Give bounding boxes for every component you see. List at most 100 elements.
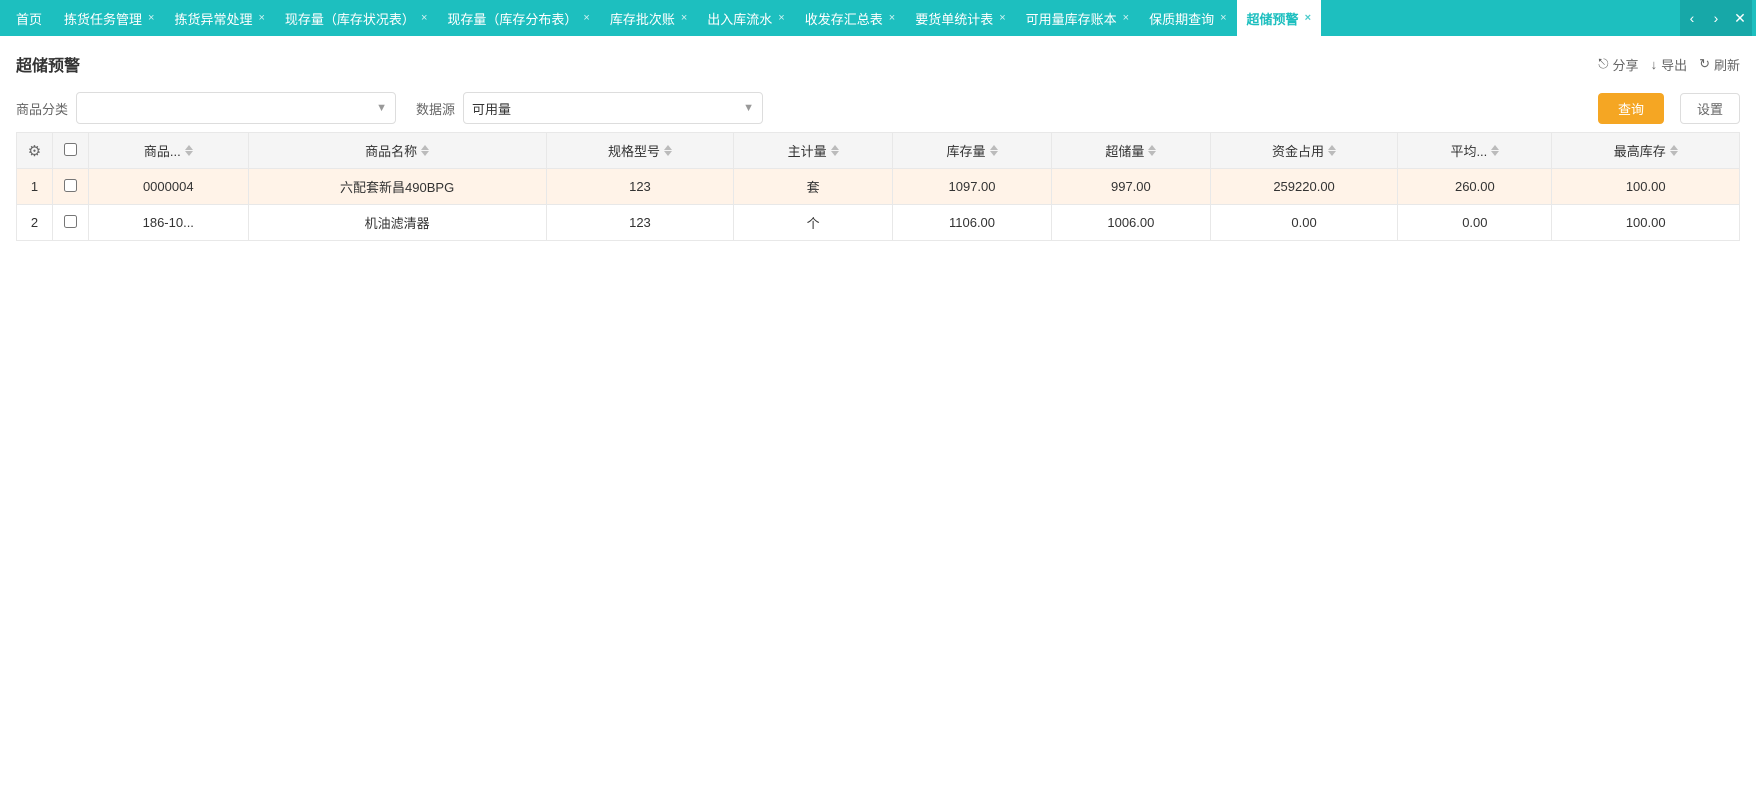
nav-item-collect[interactable]: 收发存汇总表 × [795, 0, 905, 36]
row-unit: 个 [734, 205, 893, 241]
datasource-select[interactable]: 可用量 ▼ [463, 92, 763, 124]
table-row: 2 186-10... 机油滤清器 123 个 1106.00 1006.00 … [17, 205, 1740, 241]
header-actions: ⎋ 分享 ↓ 导出 ↻ 刷新 [1598, 55, 1740, 74]
nav-left-arrow[interactable]: ‹ [1680, 0, 1704, 36]
category-label: 商品分类 [16, 99, 68, 118]
nav-item-overstock[interactable]: 超储预警 × [1237, 0, 1321, 36]
row-checkbox[interactable] [64, 215, 77, 228]
close-icon[interactable]: × [148, 12, 154, 24]
nav-item-available[interactable]: 可用量库存账本 × [1016, 0, 1139, 36]
row-index: 2 [17, 205, 53, 241]
row-stock: 1106.00 [893, 205, 1052, 241]
nav-item-batch[interactable]: 库存批次账 × [600, 0, 697, 36]
table-row: 1 0000004 六配套新昌490BPG 123 套 1097.00 997.… [17, 169, 1740, 205]
chevron-down-icon: ▼ [376, 102, 387, 114]
row-checkbox-cell[interactable] [53, 169, 89, 205]
table-header: ⚙ 商品... 商品名称 [17, 133, 1740, 169]
close-icon[interactable]: × [258, 12, 264, 24]
nav-right-arrow[interactable]: › [1704, 0, 1728, 36]
nav-home[interactable]: 首页 [4, 9, 54, 28]
th-spec[interactable]: 规格型号 [546, 133, 734, 169]
row-product-name: 机油滤清器 [248, 205, 546, 241]
table-body: 1 0000004 六配套新昌490BPG 123 套 1097.00 997.… [17, 169, 1740, 241]
nav-item-task-mgmt[interactable]: 拣货任务管理 × [54, 0, 164, 36]
share-button[interactable]: ⎋ 分享 [1598, 55, 1638, 74]
row-overstock: 997.00 [1051, 169, 1210, 205]
row-avg: 0.00 [1398, 205, 1552, 241]
row-product-name: 六配套新昌490BPG [248, 169, 546, 205]
sort-icon [1670, 145, 1678, 156]
close-icon[interactable]: × [999, 12, 1005, 24]
sort-icon [1491, 145, 1499, 156]
row-index: 1 [17, 169, 53, 205]
row-capital: 0.00 [1210, 205, 1398, 241]
nav-item-stock-status[interactable]: 现存量（库存状况表） × [275, 0, 437, 36]
nav-item-label: 收发存汇总表 [805, 9, 883, 28]
close-icon[interactable]: × [889, 12, 895, 24]
row-spec: 123 [546, 169, 734, 205]
query-button[interactable]: 查询 [1598, 93, 1664, 124]
th-checkbox[interactable] [53, 133, 89, 169]
nav-item-label: 可用量库存账本 [1026, 9, 1117, 28]
close-icon[interactable]: × [421, 12, 427, 24]
row-overstock: 1006.00 [1051, 205, 1210, 241]
row-product-code: 186-10... [89, 205, 249, 241]
category-select[interactable]: ▼ [76, 92, 396, 124]
nav-item-order-stats[interactable]: 要货单统计表 × [905, 0, 1015, 36]
refresh-button[interactable]: ↻ 刷新 [1699, 55, 1740, 74]
nav-item-inout-flow[interactable]: 出入库流水 × [697, 0, 794, 36]
share-icon: ⎋ [1598, 56, 1608, 72]
th-overstock[interactable]: 超储量 [1051, 133, 1210, 169]
row-product-code: 0000004 [89, 169, 249, 205]
gear-icon[interactable]: ⚙ [28, 143, 41, 160]
sort-icon [1328, 145, 1336, 156]
sort-icon [185, 145, 193, 156]
th-stock[interactable]: 库存量 [893, 133, 1052, 169]
nav-item-label: 要货单统计表 [915, 9, 993, 28]
settings-button[interactable]: 设置 [1680, 93, 1740, 124]
sort-icon [421, 145, 429, 156]
nav-item-label: 拣货异常处理 [174, 9, 252, 28]
chevron-down-icon: ▼ [743, 102, 754, 114]
th-product-code[interactable]: 商品... [89, 133, 249, 169]
nav-item-label: 超储预警 [1247, 9, 1299, 28]
row-max-stock: 100.00 [1552, 205, 1740, 241]
export-button[interactable]: ↓ 导出 [1651, 55, 1688, 74]
nav-item-stock-dist[interactable]: 现存量（库存分布表） × [437, 0, 599, 36]
select-all-checkbox[interactable] [64, 143, 77, 156]
nav-close-all[interactable]: ✕ [1728, 0, 1752, 36]
datasource-filter: 数据源 可用量 ▼ [416, 92, 763, 124]
th-product-name[interactable]: 商品名称 [248, 133, 546, 169]
th-capital[interactable]: 资金占用 [1210, 133, 1398, 169]
close-icon[interactable]: × [1123, 12, 1129, 24]
data-table: ⚙ 商品... 商品名称 [16, 132, 1740, 241]
export-icon: ↓ [1651, 57, 1658, 72]
datasource-value: 可用量 [472, 99, 511, 118]
row-max-stock: 100.00 [1552, 169, 1740, 205]
th-max-stock[interactable]: 最高库存 [1552, 133, 1740, 169]
close-icon[interactable]: × [778, 12, 784, 24]
row-spec: 123 [546, 205, 734, 241]
th-settings[interactable]: ⚙ [17, 133, 53, 169]
nav-bar: 首页 拣货任务管理 × 拣货异常处理 × 现存量（库存状况表） × 现存量（库存… [0, 0, 1756, 36]
sort-icon [990, 145, 998, 156]
close-icon[interactable]: × [681, 12, 687, 24]
nav-item-abnormal[interactable]: 拣货异常处理 × [164, 0, 274, 36]
row-stock: 1097.00 [893, 169, 1052, 205]
close-icon[interactable]: × [583, 12, 589, 24]
row-checkbox[interactable] [64, 179, 77, 192]
row-avg: 260.00 [1398, 169, 1552, 205]
row-checkbox-cell[interactable] [53, 205, 89, 241]
refresh-icon: ↻ [1699, 56, 1710, 72]
nav-item-label: 库存批次账 [610, 9, 675, 28]
datasource-label: 数据源 [416, 99, 455, 118]
close-icon[interactable]: × [1305, 12, 1311, 24]
sort-icon [664, 145, 672, 156]
nav-item-label: 现存量（库存分布表） [447, 9, 577, 28]
th-avg[interactable]: 平均... [1398, 133, 1552, 169]
sort-icon [831, 145, 839, 156]
close-icon[interactable]: × [1220, 12, 1226, 24]
nav-item-quality[interactable]: 保质期查询 × [1139, 0, 1236, 36]
th-unit[interactable]: 主计量 [734, 133, 893, 169]
nav-arrows: ‹ › ✕ [1680, 0, 1752, 36]
